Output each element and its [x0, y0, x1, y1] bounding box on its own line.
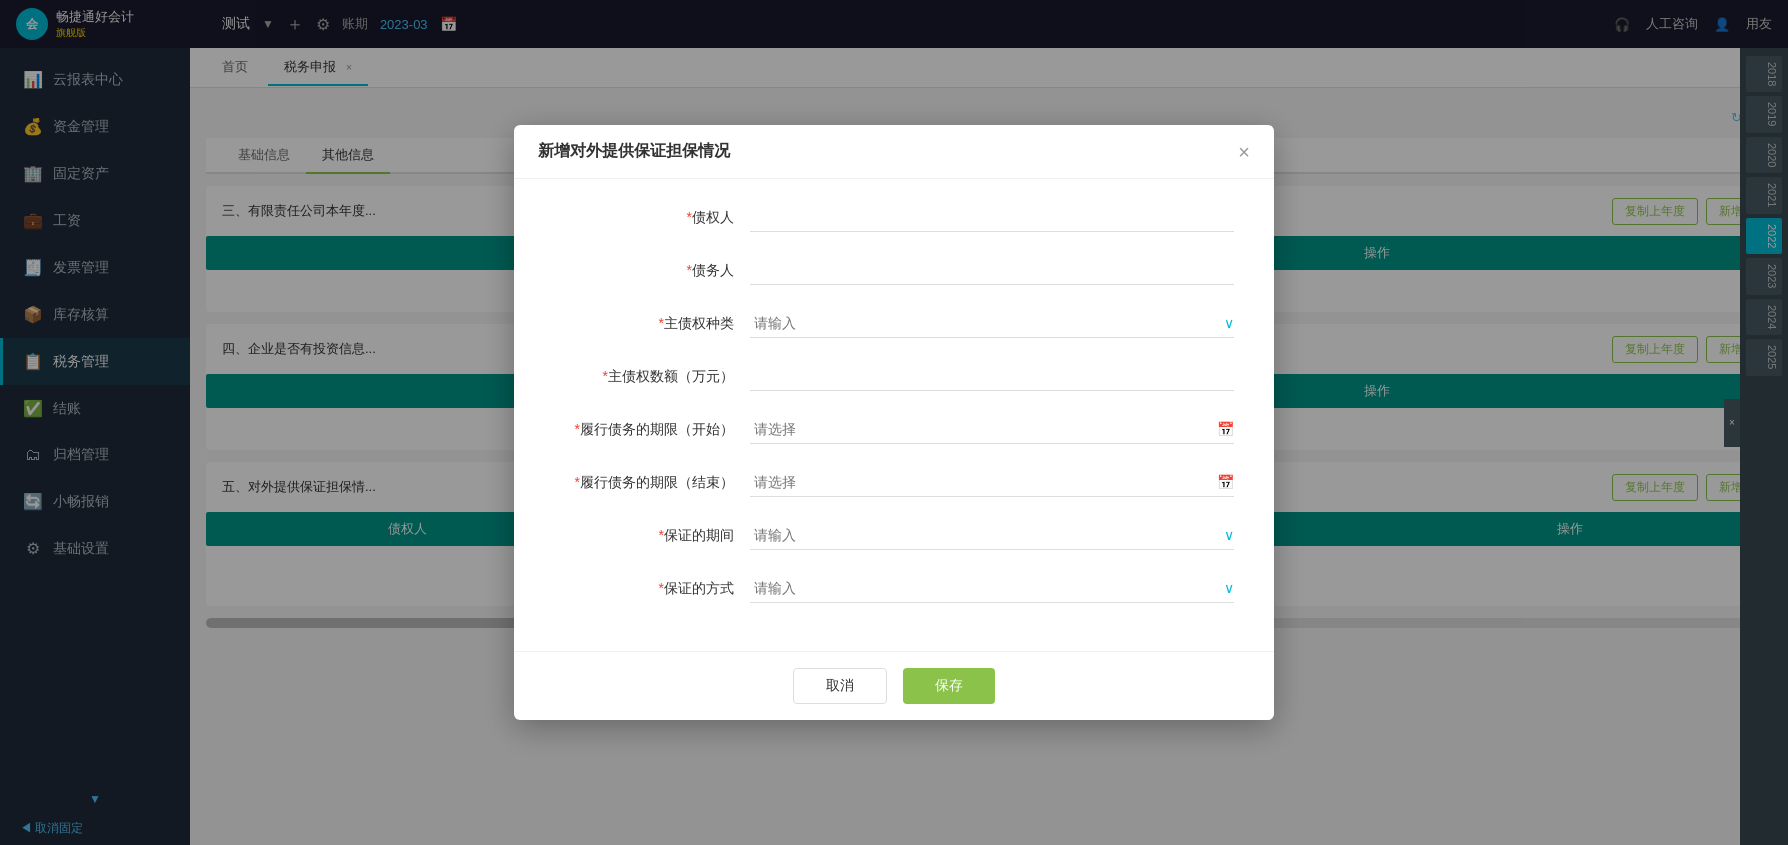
cancel-button[interactable]: 取消: [793, 668, 887, 704]
label-guarantee-method: *保证的方式: [554, 580, 734, 598]
select-wrapper-guarantee-period: ∨: [750, 521, 1234, 550]
dialog: 新增对外提供保证担保情况 × *债权人 *债务人 *: [514, 125, 1274, 720]
date-wrapper-period-start: 📅: [750, 415, 1234, 444]
label-guarantee-period: *保证的期间: [554, 527, 734, 545]
calendar-icon-period-end[interactable]: 📅: [1217, 474, 1234, 490]
dialog-overlay: 新增对外提供保证担保情况 × *债权人 *债务人 *: [0, 0, 1788, 845]
dialog-footer: 取消 保存: [514, 651, 1274, 720]
calendar-icon-period-start[interactable]: 📅: [1217, 421, 1234, 437]
select-debt-type[interactable]: [750, 309, 1224, 337]
select-guarantee-period[interactable]: [750, 521, 1224, 549]
form-row-period-start: *履行债务的期限（开始） 📅: [554, 415, 1234, 444]
label-creditor: *债权人: [554, 209, 734, 227]
dialog-header: 新增对外提供保证担保情况 ×: [514, 125, 1274, 179]
chevron-down-icon-debt-type[interactable]: ∨: [1224, 315, 1234, 331]
form-row-debtor: *债务人: [554, 256, 1234, 285]
form-row-period-end: *履行债务的期限（结束） 📅: [554, 468, 1234, 497]
select-wrapper-guarantee-method: ∨: [750, 574, 1234, 603]
dialog-close-button[interactable]: ×: [1238, 142, 1250, 162]
dialog-title: 新增对外提供保证担保情况: [538, 141, 730, 162]
save-button[interactable]: 保存: [903, 668, 995, 704]
input-debt-amount[interactable]: [750, 362, 1234, 391]
form-row-guarantee-period: *保证的期间 ∨: [554, 521, 1234, 550]
dialog-body: *债权人 *债务人 *主债权种类 ∨: [514, 179, 1274, 651]
chevron-down-icon-guarantee-period[interactable]: ∨: [1224, 527, 1234, 543]
input-debtor[interactable]: [750, 256, 1234, 285]
label-period-end: *履行债务的期限（结束）: [554, 474, 734, 492]
date-wrapper-period-end: 📅: [750, 468, 1234, 497]
label-debtor: *债务人: [554, 262, 734, 280]
input-creditor[interactable]: [750, 203, 1234, 232]
chevron-down-icon-guarantee-method[interactable]: ∨: [1224, 580, 1234, 596]
select-wrapper-debt-type: ∨: [750, 309, 1234, 338]
label-period-start: *履行债务的期限（开始）: [554, 421, 734, 439]
form-row-debt-type: *主债权种类 ∨: [554, 309, 1234, 338]
label-debt-amount: *主债权数额（万元）: [554, 368, 734, 386]
select-guarantee-method[interactable]: [750, 574, 1224, 602]
date-input-period-start[interactable]: [750, 415, 1217, 443]
form-row-guarantee-method: *保证的方式 ∨: [554, 574, 1234, 603]
label-debt-type: *主债权种类: [554, 315, 734, 333]
form-row-debt-amount: *主债权数额（万元）: [554, 362, 1234, 391]
date-input-period-end[interactable]: [750, 468, 1217, 496]
form-row-creditor: *债权人: [554, 203, 1234, 232]
